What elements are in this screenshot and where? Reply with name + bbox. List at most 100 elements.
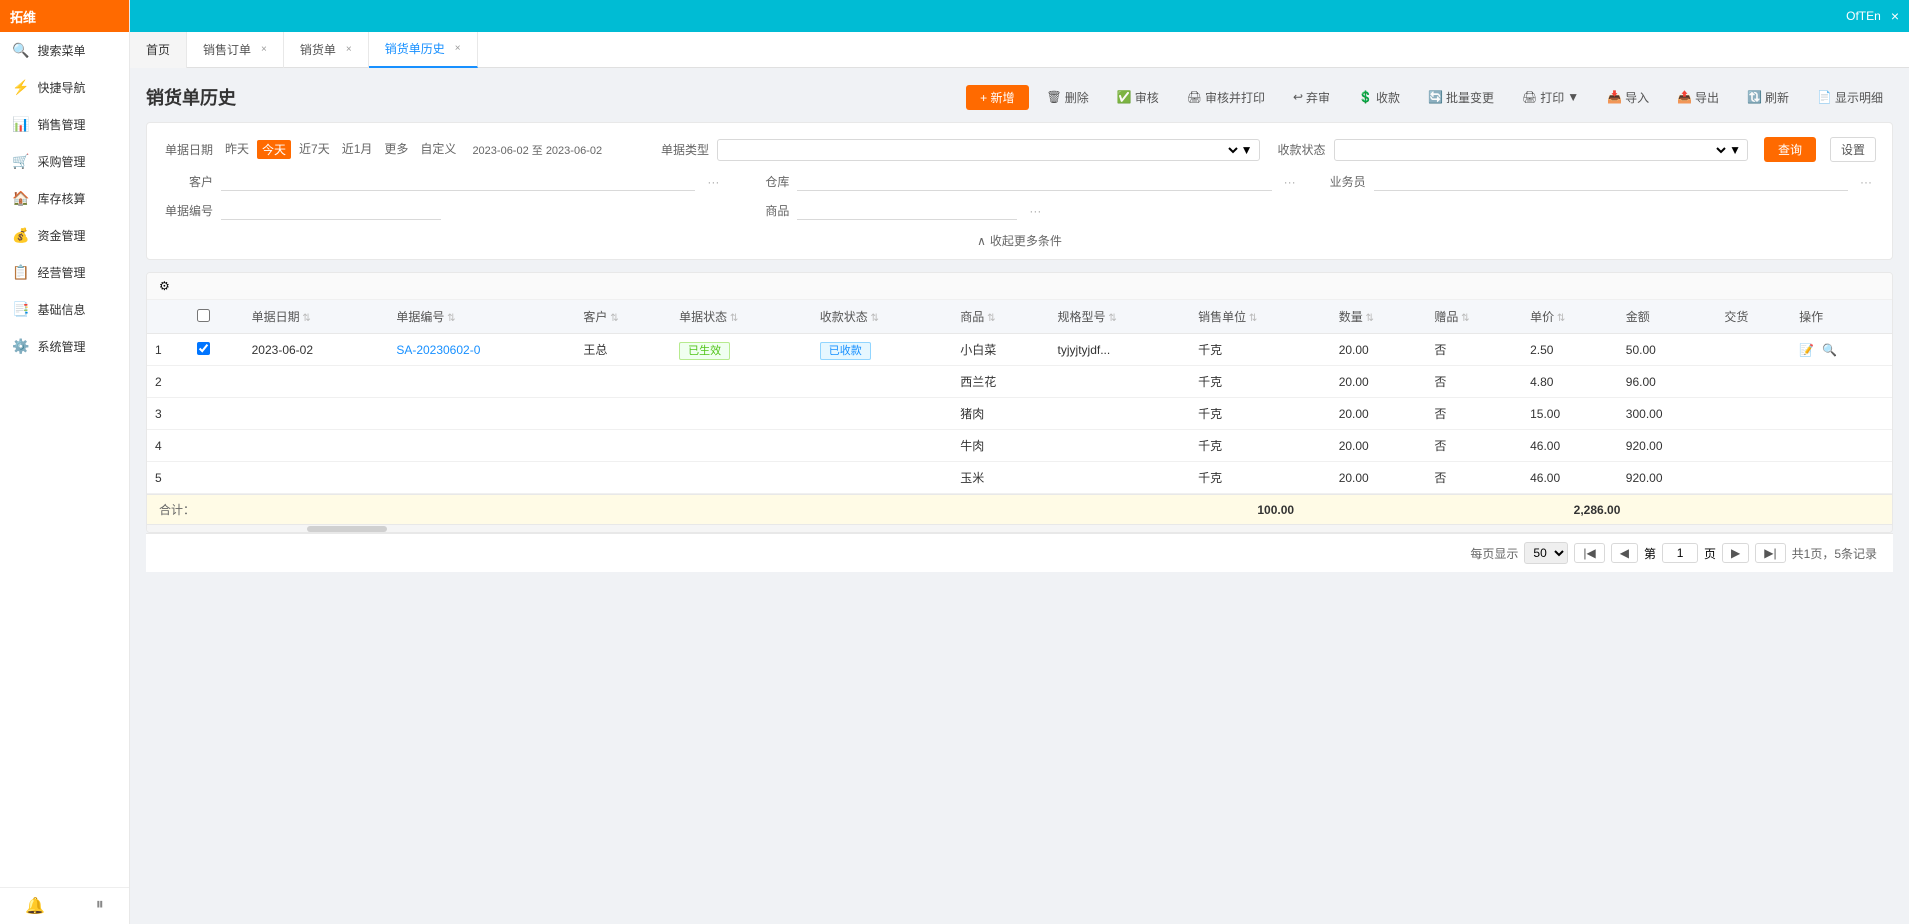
- tab-sales-order[interactable]: 销售订单 ×: [187, 32, 284, 68]
- row-checkbox[interactable]: [197, 342, 210, 355]
- show-details-button[interactable]: 📄 显示明细: [1807, 85, 1893, 110]
- date-btn-more[interactable]: 更多: [380, 140, 412, 159]
- print-button[interactable]: 🖨 打印 ▼: [1512, 85, 1589, 110]
- page-prev-btn[interactable]: ◀: [1611, 543, 1638, 563]
- delete-button[interactable]: 🗑 删除: [1037, 85, 1099, 110]
- sidebar-notification-btn[interactable]: 🔔: [25, 896, 45, 916]
- agent-input[interactable]: [1374, 172, 1848, 191]
- doc-type-select-wrapper[interactable]: ▼: [717, 139, 1260, 161]
- settings-button[interactable]: 设置: [1830, 137, 1876, 162]
- batch-change-button[interactable]: 🔄 批量变更: [1418, 85, 1504, 110]
- abandon-button[interactable]: ↩ 弃审: [1283, 85, 1340, 110]
- goods-ellipsis-btn[interactable]: ···: [1025, 204, 1045, 218]
- ops-mgmt-icon: 📋: [12, 264, 29, 281]
- sidebar-pause-btn[interactable]: ⏸: [96, 896, 104, 916]
- col-doc-status[interactable]: 单据状态: [671, 300, 812, 334]
- col-gift[interactable]: 赠品: [1426, 300, 1522, 334]
- col-doc-no[interactable]: 单据编号: [388, 300, 575, 334]
- cell-checkbox[interactable]: [189, 398, 243, 430]
- collect-status-select[interactable]: [1341, 142, 1730, 158]
- cell-gift: 否: [1426, 334, 1522, 366]
- page-first-btn[interactable]: |◀: [1574, 543, 1604, 563]
- col-customer[interactable]: 客户: [575, 300, 671, 334]
- tab-sales-goods-history[interactable]: 销货单历史 ×: [369, 32, 478, 68]
- cell-checkbox[interactable]: [189, 334, 243, 366]
- table-row: 1 2023-06-02 SA-20230602-0 王总 已生效 已收款 小白…: [147, 334, 1892, 366]
- doc-no-link[interactable]: SA-20230602-0: [396, 343, 480, 357]
- col-unit-price[interactable]: 单价: [1522, 300, 1618, 334]
- action-edit-link[interactable]: 📝: [1799, 343, 1814, 357]
- date-btn-7days[interactable]: 近7天: [295, 140, 334, 159]
- data-table: 单据日期 单据编号 客户 单据状态 收款状态 商品 规格型号 销售单位 数量 赠…: [147, 300, 1892, 494]
- audit-button[interactable]: ✅ 审核: [1107, 85, 1169, 110]
- col-collect-status[interactable]: 收款状态: [812, 300, 953, 334]
- date-btn-1month[interactable]: 近1月: [338, 140, 377, 159]
- col-checkbox[interactable]: [189, 300, 243, 334]
- goods-input[interactable]: [797, 201, 1017, 220]
- date-btn-today[interactable]: 今天: [257, 140, 291, 159]
- sidebar-item-sys-mgmt[interactable]: ⚙️ 系统管理: [0, 328, 129, 365]
- tab-home-label: 首页: [146, 41, 170, 58]
- collapse-btn[interactable]: ∧ 收起更多条件: [163, 230, 1876, 251]
- import-button[interactable]: 📥 导入: [1597, 85, 1659, 110]
- cell-checkbox[interactable]: [189, 462, 243, 494]
- cell-actions: [1791, 366, 1892, 398]
- col-sales-unit[interactable]: 销售单位: [1190, 300, 1331, 334]
- tab-home[interactable]: 首页: [130, 32, 187, 68]
- collect-status-badge: 已收款: [820, 342, 871, 360]
- new-button[interactable]: + 新增: [966, 85, 1028, 110]
- customer-input[interactable]: [221, 172, 695, 191]
- customer-ellipsis-btn[interactable]: ···: [703, 175, 723, 189]
- col-goods[interactable]: 商品: [952, 300, 1049, 334]
- col-doc-date[interactable]: 单据日期: [244, 300, 389, 334]
- col-quantity[interactable]: 数量: [1331, 300, 1427, 334]
- sidebar-item-quick-nav[interactable]: ⚡ 快捷导航: [0, 69, 129, 106]
- warehouse-input[interactable]: [797, 172, 1271, 191]
- refresh-button[interactable]: 🔃 刷新: [1737, 85, 1799, 110]
- date-btn-yesterday[interactable]: 昨天: [221, 140, 253, 159]
- page-next-btn[interactable]: ▶: [1722, 543, 1749, 563]
- doc-no-input[interactable]: [221, 201, 441, 220]
- per-page-select[interactable]: 50: [1524, 542, 1568, 564]
- doc-type-select[interactable]: [724, 142, 1241, 158]
- query-button[interactable]: 查询: [1764, 137, 1816, 162]
- per-page-label: 每页显示: [1470, 545, 1518, 562]
- table-settings-icon[interactable]: ⚙: [159, 279, 170, 293]
- agent-ellipsis-btn[interactable]: ···: [1856, 175, 1876, 189]
- collect-status-label: 收款状态: [1276, 141, 1326, 158]
- sidebar-item-purchase-mgmt[interactable]: 🛒 采购管理: [0, 143, 129, 180]
- tab-sales-goods-close[interactable]: ×: [346, 44, 352, 55]
- tab-sales-goods-history-close[interactable]: ×: [455, 43, 461, 54]
- cell-gift: 否: [1426, 462, 1522, 494]
- top-bar-close-btn[interactable]: ×: [1891, 8, 1899, 24]
- customer-label: 客户: [163, 173, 213, 190]
- action-detail-link[interactable]: 🔍: [1822, 343, 1837, 357]
- export-button[interactable]: 📤 导出: [1667, 85, 1729, 110]
- cell-checkbox[interactable]: [189, 366, 243, 398]
- scrollbar-thumb[interactable]: [307, 526, 387, 532]
- cell-quantity: 20.00: [1331, 398, 1427, 430]
- col-spec-type[interactable]: 规格型号: [1050, 300, 1191, 334]
- sidebar-item-search-menu[interactable]: 🔍 搜索菜单: [0, 32, 129, 69]
- collect-status-select-wrapper[interactable]: ▼: [1334, 139, 1748, 161]
- audit-print-button[interactable]: 🖨 审核并打印: [1177, 85, 1275, 110]
- tab-sales-goods[interactable]: 销货单 ×: [284, 32, 369, 68]
- table-footer: 合计： 100.00 2,286.00: [147, 494, 1892, 524]
- warehouse-ellipsis-btn[interactable]: ···: [1280, 175, 1300, 189]
- sidebar-item-ops-mgmt[interactable]: 📋 经营管理: [0, 254, 129, 291]
- cell-transaction: [1716, 398, 1791, 430]
- sidebar-item-sales-mgmt[interactable]: 📊 销售管理: [0, 106, 129, 143]
- cell-seq: 1: [147, 334, 189, 366]
- sidebar-item-basic-info[interactable]: 📑 基础信息: [0, 291, 129, 328]
- date-btn-custom[interactable]: 自定义: [416, 140, 460, 159]
- collect-icon: 💲: [1358, 90, 1373, 104]
- sidebar-item-finance-mgmt[interactable]: 💰 资金管理: [0, 217, 129, 254]
- tab-sales-order-close[interactable]: ×: [261, 44, 267, 55]
- page-num-input[interactable]: [1662, 543, 1698, 563]
- sidebar-item-stock-calc[interactable]: 🏠 库存核算: [0, 180, 129, 217]
- cell-unit-price: 15.00: [1522, 398, 1618, 430]
- cell-checkbox[interactable]: [189, 430, 243, 462]
- collect-button[interactable]: 💲 收款: [1348, 85, 1410, 110]
- page-last-btn[interactable]: ▶|: [1755, 543, 1785, 563]
- select-all-checkbox[interactable]: [197, 309, 210, 322]
